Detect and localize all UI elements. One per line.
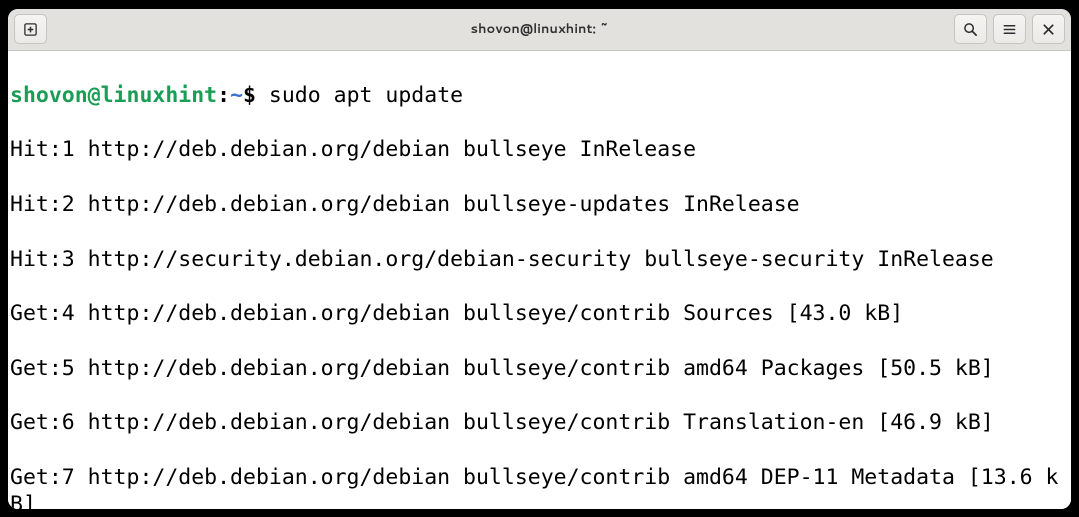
output-line: Get:5 http://deb.debian.org/debian bulls… [10,355,1071,382]
close-icon [1041,22,1056,37]
menu-button[interactable] [993,14,1026,44]
new-tab-icon [23,22,38,37]
terminal-body[interactable]: shovon@linuxhint:~$ sudo apt update Hit:… [8,51,1071,509]
search-icon [963,22,978,37]
output-line: Hit:3 http://security.debian.org/debian-… [10,246,1071,273]
output-line: Hit:2 http://deb.debian.org/debian bulls… [10,191,1071,218]
prompt-userhost: shovon@linuxhint [10,83,217,108]
prompt-dollar: $ [243,83,256,108]
output-line: Get:4 http://deb.debian.org/debian bulls… [10,300,1071,327]
window-title: shovon@linuxhint: ~ [471,20,609,38]
titlebar: shovon@linuxhint: ~ [8,9,1071,51]
command-text: sudo apt update [269,83,463,108]
output-line: Get:6 http://deb.debian.org/debian bulls… [10,409,1071,436]
prompt-line-1: shovon@linuxhint:~$ sudo apt update [10,82,1071,109]
prompt-path: ~ [230,83,243,108]
hamburger-icon [1002,22,1017,37]
prompt-colon: : [217,83,230,108]
output-line: Hit:1 http://deb.debian.org/debian bulls… [10,136,1071,163]
new-tab-button[interactable] [14,14,47,44]
output-line: Get:7 http://deb.debian.org/debian bulls… [10,464,1071,509]
search-button[interactable] [954,14,987,44]
terminal-window: shovon@linuxhint: ~ [8,9,1071,509]
close-button[interactable] [1032,14,1065,44]
